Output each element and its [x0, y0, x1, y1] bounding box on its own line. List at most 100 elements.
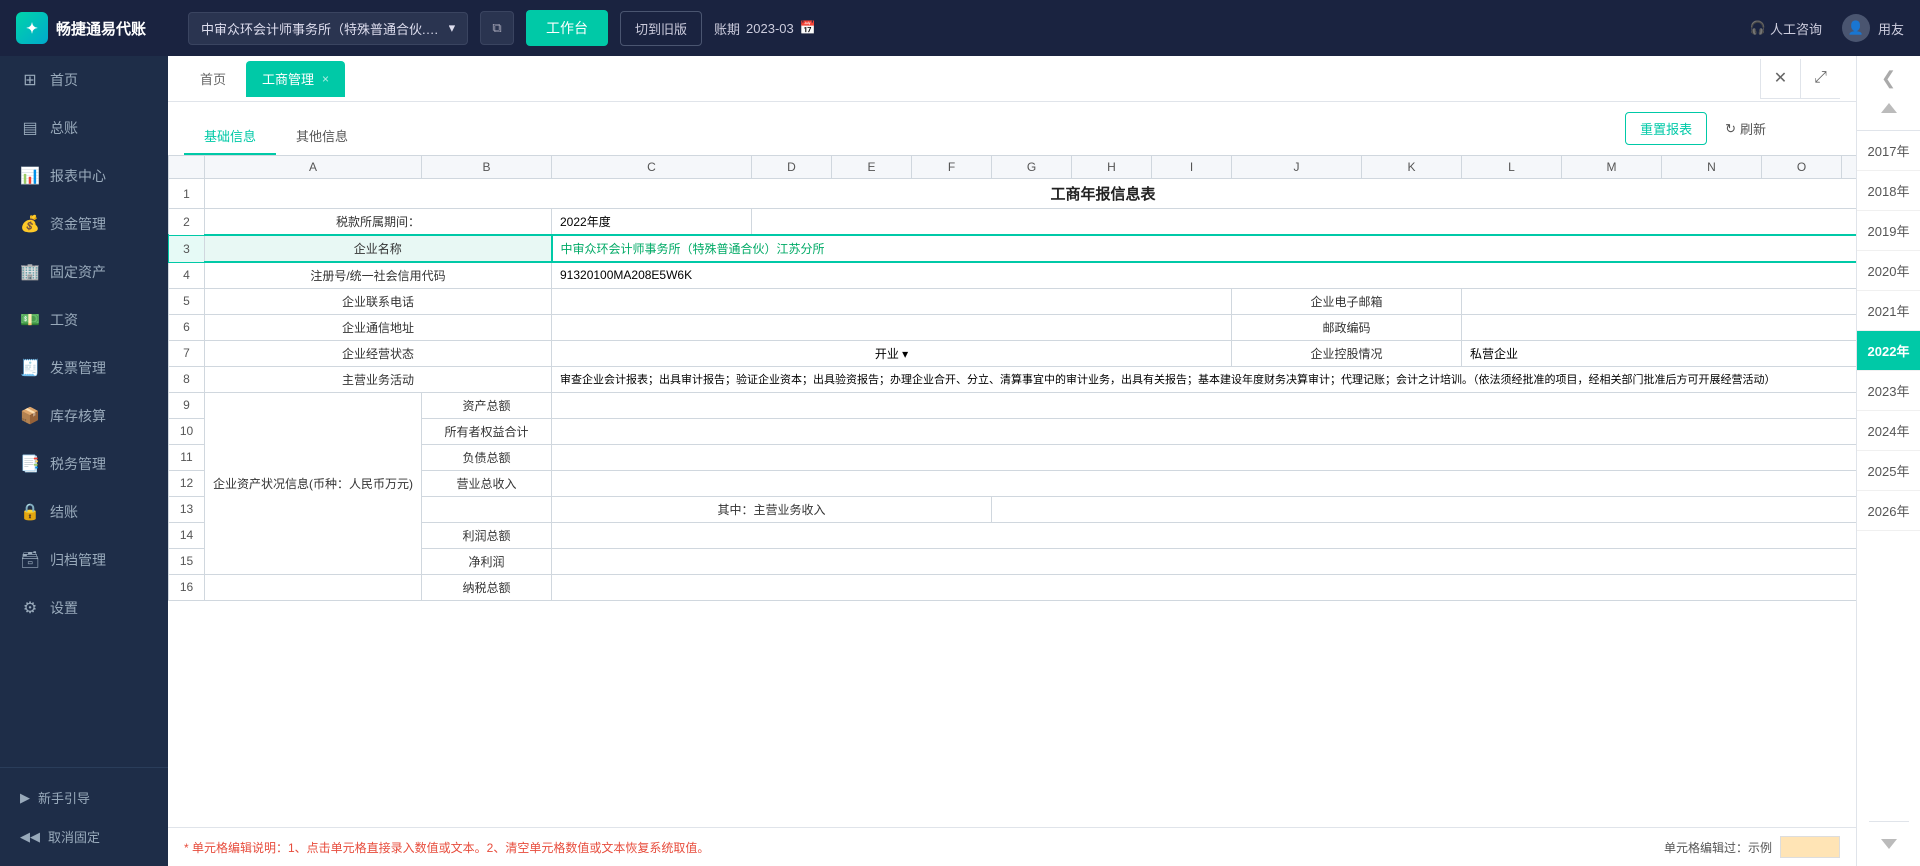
- tab-home[interactable]: 首页: [184, 61, 242, 97]
- avatar: 👤: [1842, 14, 1870, 42]
- r2-empty: [752, 209, 1857, 236]
- consultation-button[interactable]: 🎧 人工咨询: [1750, 19, 1822, 38]
- reset-button[interactable]: 重置报表: [1625, 112, 1707, 145]
- window-close-button[interactable]: ✕: [1760, 59, 1800, 99]
- r7-holding[interactable]: 私营企业: [1462, 340, 1857, 366]
- r15-value[interactable]: [552, 548, 1857, 574]
- sidebar-item-close[interactable]: 🔒 结账: [0, 488, 168, 536]
- sidebar-item-assets[interactable]: 🏢 固定资产: [0, 248, 168, 296]
- calendar-icon[interactable]: 📅: [800, 20, 816, 36]
- col-header-d[interactable]: D: [752, 156, 832, 179]
- row-num-11: 11: [169, 444, 205, 470]
- r12-value[interactable]: [552, 470, 1857, 496]
- sidebar-item-invoice[interactable]: 🧾 发票管理: [0, 344, 168, 392]
- sidebar-item-home[interactable]: ⊞ 首页: [0, 56, 168, 104]
- tax-icon: 📑: [20, 454, 40, 474]
- year-item-2018[interactable]: 2018年: [1857, 171, 1920, 211]
- old-version-button[interactable]: 切到旧版: [620, 11, 702, 46]
- col-header-a[interactable]: A: [205, 156, 422, 179]
- col-header-f[interactable]: F: [912, 156, 992, 179]
- col-header-n[interactable]: N: [1662, 156, 1762, 179]
- col-header-l[interactable]: L: [1462, 156, 1562, 179]
- sidebar-item-ledger[interactable]: ▤ 总账: [0, 104, 168, 152]
- year-item-2025[interactable]: 2025年: [1857, 451, 1920, 491]
- r11-value[interactable]: [552, 444, 1857, 470]
- row-num-5: 5: [169, 288, 205, 314]
- r5-phone[interactable]: [552, 288, 1232, 314]
- r6-postal[interactable]: [1462, 314, 1857, 340]
- r7-status[interactable]: 开业 ▾: [552, 340, 1232, 366]
- row-num-14: 14: [169, 522, 205, 548]
- col-header-o[interactable]: O: [1762, 156, 1842, 179]
- sidebar-item-inventory[interactable]: 📦 库存核算: [0, 392, 168, 440]
- sidebar: ⊞ 首页 ▤ 总账 📊 报表中心 💰 资金管理 🏢 固定资产: [0, 56, 168, 866]
- table-row: 11 负债总额: [169, 444, 1857, 470]
- spreadsheet-container[interactable]: A B C D E F G H I J K L: [168, 155, 1856, 827]
- col-header-b[interactable]: B: [422, 156, 552, 179]
- spreadsheet-wrapper: A B C D E F G H I J K L: [168, 155, 1856, 866]
- panel-collapse-button[interactable]: ❮: [1869, 64, 1909, 92]
- col-header-j[interactable]: J: [1232, 156, 1362, 179]
- year-item-2026[interactable]: 2026年: [1857, 491, 1920, 531]
- user-area[interactable]: 👤 用友: [1842, 14, 1904, 42]
- guide-icon: ▶: [20, 790, 30, 806]
- col-header-i[interactable]: I: [1152, 156, 1232, 179]
- table-row: 1 工商年报信息表: [169, 179, 1857, 209]
- col-header-m[interactable]: M: [1562, 156, 1662, 179]
- col-header-c[interactable]: C: [552, 156, 752, 179]
- year-item-2020[interactable]: 2020年: [1857, 251, 1920, 291]
- year-item-2019[interactable]: 2019年: [1857, 211, 1920, 251]
- sidebar-item-label: 税务管理: [50, 454, 106, 474]
- col-header-p[interactable]: P: [1842, 156, 1857, 179]
- window-maximize-button[interactable]: ⤢: [1800, 59, 1840, 99]
- year-item-2022[interactable]: 2022年: [1857, 331, 1920, 371]
- tab-close-icon[interactable]: ×: [322, 72, 329, 86]
- table-row: 2 税款所属期间： 2022年度: [169, 209, 1857, 236]
- table-row: 14 利润总额: [169, 522, 1857, 548]
- sidebar-item-unpin[interactable]: ◀◀ 取消固定: [0, 817, 168, 856]
- company-selector[interactable]: 中审众环会计师事务所（特殊普通合伙...） ▾: [188, 12, 468, 45]
- sidebar-item-guide[interactable]: ▶ 新手引导: [0, 778, 168, 817]
- r8-label: 主营业务活动: [205, 366, 552, 392]
- table-row: 7 企业经营状态 开业 ▾ 企业控股情况 私营企业: [169, 340, 1857, 366]
- tab-business[interactable]: 工商管理 ×: [246, 61, 345, 97]
- r2-value[interactable]: 2022年度: [552, 209, 752, 236]
- year-item-2021[interactable]: 2021年: [1857, 291, 1920, 331]
- r10-value[interactable]: [552, 418, 1857, 444]
- r16-value[interactable]: [552, 574, 1857, 600]
- col-header-k[interactable]: K: [1362, 156, 1462, 179]
- copy-button[interactable]: ⧉: [480, 11, 514, 45]
- col-header-h[interactable]: H: [1072, 156, 1152, 179]
- workbench-button[interactable]: 工作台: [526, 10, 608, 46]
- r9-value[interactable]: [552, 392, 1857, 418]
- year-item-2017[interactable]: 2017年: [1857, 131, 1920, 171]
- sidebar-item-settings[interactable]: ⚙ 设置: [0, 584, 168, 632]
- r14-value[interactable]: [552, 522, 1857, 548]
- sub-tab-other[interactable]: 其他信息: [276, 118, 368, 155]
- col-header-e[interactable]: E: [832, 156, 912, 179]
- sidebar-item-salary[interactable]: 💵 工资: [0, 296, 168, 344]
- r6-address[interactable]: [552, 314, 1232, 340]
- r13-value[interactable]: [992, 496, 1857, 522]
- sub-tab-basic-label: 基础信息: [204, 129, 256, 144]
- spreadsheet-table: A B C D E F G H I J K L: [168, 155, 1856, 601]
- r4-value[interactable]: 91320100MA208E5W6K: [552, 262, 1857, 288]
- r8-value[interactable]: 审查企业会计报表；出具审计报告；验证企业资本；出具验资报告；办理企业合开、分立、…: [552, 366, 1857, 392]
- sidebar-item-tax[interactable]: 📑 税务管理: [0, 440, 168, 488]
- sidebar-item-archive[interactable]: 🗃 归档管理: [0, 536, 168, 584]
- r5-email[interactable]: [1462, 288, 1857, 314]
- consultation-label: 人工咨询: [1770, 19, 1822, 38]
- sidebar-item-finance[interactable]: 💰 资金管理: [0, 200, 168, 248]
- col-header-g[interactable]: G: [992, 156, 1072, 179]
- panel-up-button[interactable]: [1869, 94, 1909, 122]
- year-item-2023[interactable]: 2023年: [1857, 371, 1920, 411]
- sidebar-item-report[interactable]: 📊 报表中心: [0, 152, 168, 200]
- table-row: 9 企业资产状况信息(币种：人民币万元) 资产总额: [169, 392, 1857, 418]
- year-item-2024[interactable]: 2024年: [1857, 411, 1920, 451]
- r9-label: 资产总额: [422, 392, 552, 418]
- sub-tab-basic[interactable]: 基础信息: [184, 118, 276, 155]
- panel-down-button[interactable]: [1869, 830, 1909, 858]
- table-row: 8 主营业务活动 审查企业会计报表；出具审计报告；验证企业资本；出具验资报告；办…: [169, 366, 1857, 392]
- refresh-button[interactable]: ↻ 刷新: [1715, 112, 1776, 145]
- r3-value[interactable]: 中审众环会计师事务所（特殊普通合伙）江苏分所: [552, 235, 1857, 262]
